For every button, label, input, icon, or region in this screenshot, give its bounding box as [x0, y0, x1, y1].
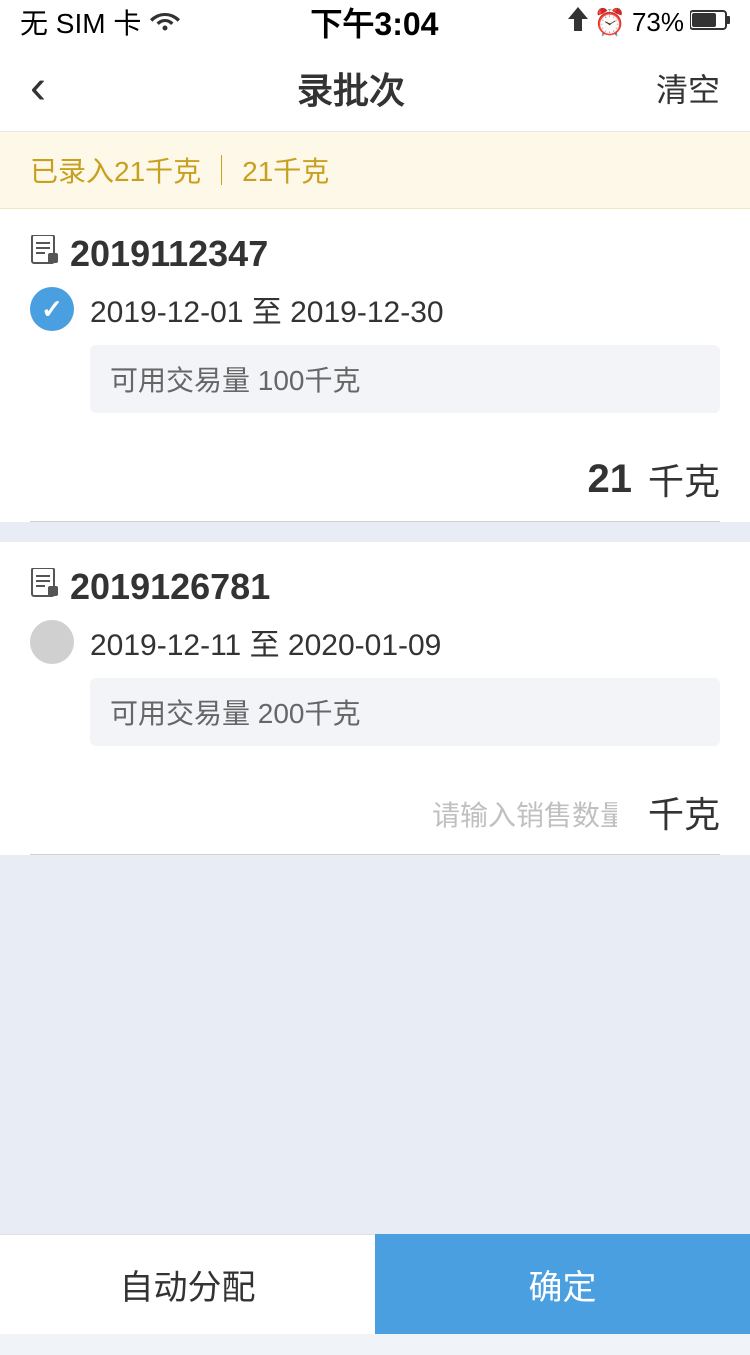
- batch-input-area-1: 21 千克: [0, 437, 750, 522]
- summary-divider: [221, 155, 222, 185]
- batch-doc-icon-2: [30, 568, 60, 606]
- status-carrier: 无 SIM 卡: [20, 2, 181, 42]
- batch-item-1: 2019112347 ✓ 2019-12-01 至 2019-12-30 可用交…: [0, 209, 750, 437]
- batch-qty-row-1: 21 千克: [0, 437, 750, 521]
- batch-qty-row-2: 千克: [0, 770, 750, 854]
- battery-icon: [690, 7, 730, 38]
- batch-section-2: 2019126781 2019-12-11 至 2020-01-09 可用交易量…: [0, 542, 750, 855]
- unit-label-1: 千克: [648, 453, 720, 505]
- batch-dates-2: 2019-12-11 至 2020-01-09: [90, 620, 441, 664]
- batch-header-2: 2019126781: [30, 566, 720, 608]
- clear-button[interactable]: 清空: [656, 65, 720, 111]
- back-icon: ‹: [30, 60, 46, 115]
- batch-section-1: 2019112347 ✓ 2019-12-01 至 2019-12-30 可用交…: [0, 209, 750, 522]
- summary-bar: 已录入21千克 21千克: [0, 132, 750, 209]
- check-mark-1: ✓: [41, 294, 63, 325]
- batch-checkbox-1[interactable]: ✓: [30, 287, 74, 331]
- batch-header-1: 2019112347: [30, 233, 720, 275]
- batch-available-qty-1: 可用交易量 100千克: [90, 345, 720, 413]
- batch-checkbox-2[interactable]: [30, 620, 74, 664]
- page-title: 录批次: [297, 62, 405, 114]
- auto-distribute-button[interactable]: 自动分配: [0, 1234, 375, 1334]
- status-time: 下午3:04: [310, 0, 438, 45]
- location-icon: [568, 7, 588, 38]
- back-button[interactable]: ‹: [30, 60, 46, 115]
- batch-doc-icon-1: [30, 235, 60, 273]
- nav-bar: ‹ 录批次 清空: [0, 44, 750, 132]
- status-right: ⏰ 73%: [568, 7, 730, 38]
- summary-value: 21千克: [242, 150, 329, 190]
- batch-dates-1: 2019-12-01 至 2019-12-30: [90, 287, 444, 331]
- batch-item-2: 2019126781 2019-12-11 至 2020-01-09 可用交易量…: [0, 542, 750, 770]
- page-content: 已录入21千克 21千克 2019112347: [0, 132, 750, 1355]
- confirm-button[interactable]: 确定: [375, 1234, 750, 1334]
- batch-date-row-1: ✓ 2019-12-01 至 2019-12-30: [30, 287, 720, 331]
- footer: 自动分配 确定: [0, 1234, 750, 1334]
- carrier-text: 无 SIM 卡: [20, 2, 141, 42]
- summary-label: 已录入21千克: [30, 150, 201, 190]
- batch-number-1: 2019112347: [70, 233, 268, 275]
- wifi-icon: [149, 6, 181, 38]
- bottom-space: [0, 855, 750, 1255]
- battery-text: 73%: [632, 7, 684, 38]
- batch-number-2: 2019126781: [70, 566, 270, 608]
- batch-input-area-2: 千克: [0, 770, 750, 855]
- batch-date-row-2: 2019-12-11 至 2020-01-09: [30, 620, 720, 664]
- alarm-icon: ⏰: [594, 7, 626, 38]
- batch-available-qty-2: 可用交易量 200千克: [90, 678, 720, 746]
- status-bar: 无 SIM 卡 下午3:04 ⏰ 73%: [0, 0, 750, 44]
- section-separator: [0, 522, 750, 542]
- entered-qty-1: 21: [587, 457, 632, 502]
- qty-input-2[interactable]: [432, 790, 632, 835]
- unit-label-2: 千克: [648, 786, 720, 838]
